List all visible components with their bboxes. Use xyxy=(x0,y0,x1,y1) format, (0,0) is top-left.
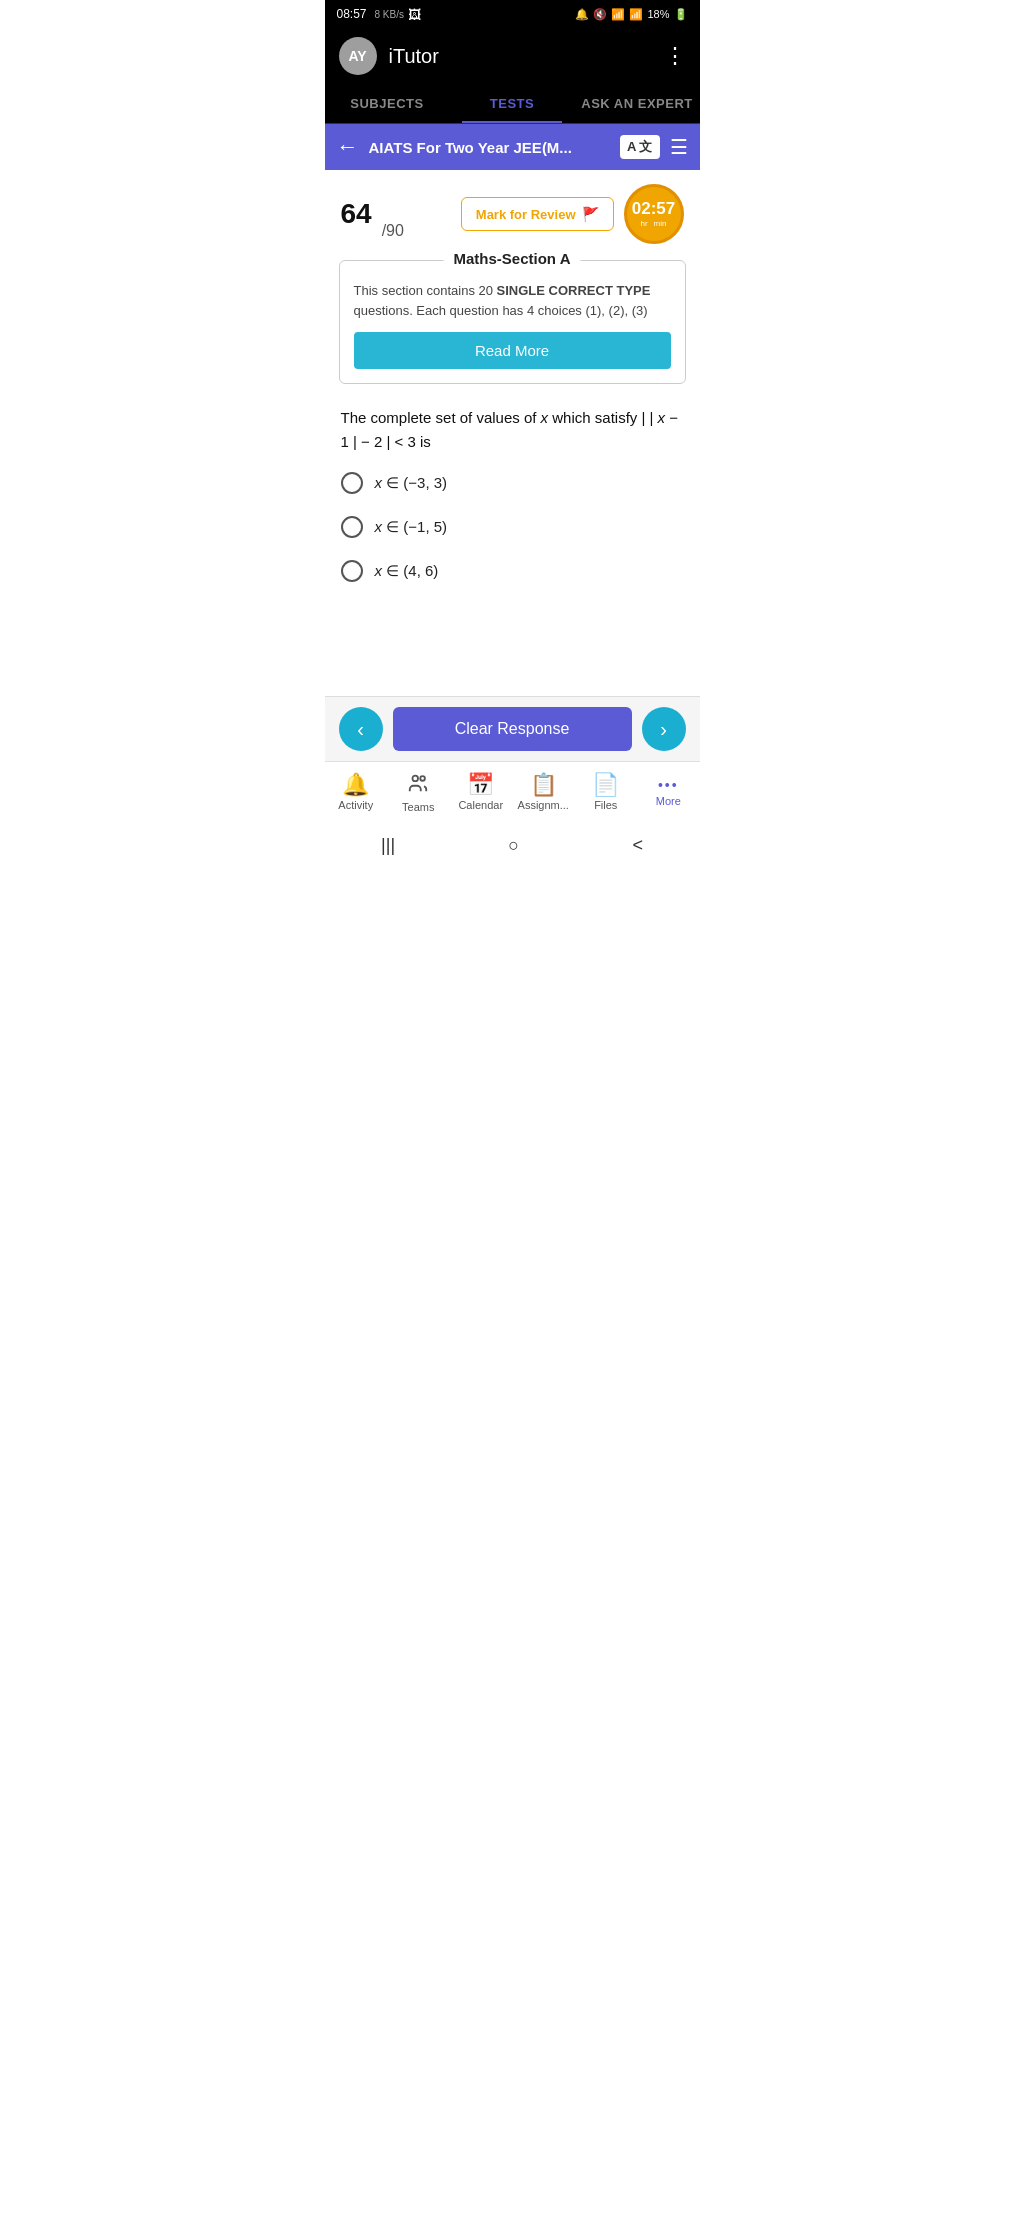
option-b[interactable]: x ∈ (−1, 5) xyxy=(341,516,684,538)
photo-icon: 🖼 xyxy=(408,7,421,22)
next-icon: › xyxy=(660,718,667,741)
more-icon: ••• xyxy=(658,778,679,792)
tab-subjects[interactable]: SUBJECTS xyxy=(325,84,450,123)
svg-point-1 xyxy=(421,776,426,781)
assignments-icon: 📋 xyxy=(530,774,557,796)
home-button[interactable]: ○ xyxy=(508,835,519,856)
calendar-icon: 📅 xyxy=(467,774,494,796)
nav-more[interactable]: ••• More xyxy=(637,762,700,823)
flag-icon: 🚩 xyxy=(582,206,599,222)
teams-label: Teams xyxy=(402,801,434,813)
section-title-wrap: Maths-Section A xyxy=(444,250,581,268)
question-total: /90 xyxy=(382,222,404,240)
kb-label: 8 KB/s xyxy=(375,9,404,20)
prev-icon: ‹ xyxy=(357,718,364,741)
activity-label: Activity xyxy=(338,799,373,811)
mark-review-button[interactable]: Mark for Review 🚩 xyxy=(461,197,614,231)
tab-tests[interactable]: TESTS xyxy=(450,84,575,123)
battery-icon: 🔋 xyxy=(674,8,688,21)
min-label: min xyxy=(654,219,667,228)
options-list: x ∈ (−3, 3) x ∈ (−1, 5) x ∈ (4, 6) xyxy=(341,472,684,582)
tabs-bar: SUBJECTS TESTS ASK AN EXPERT xyxy=(325,84,700,124)
teams-icon xyxy=(407,772,429,798)
system-nav: ||| ○ < xyxy=(325,823,700,865)
nav-teams[interactable]: Teams xyxy=(387,762,450,823)
timer-circle: 02:57 hr min xyxy=(624,184,684,244)
signal-icon: 📶 xyxy=(629,8,643,21)
files-icon: 📄 xyxy=(592,774,619,796)
hamburger-menu[interactable]: ☰ xyxy=(670,135,688,159)
avatar: AY xyxy=(339,37,377,75)
bottom-nav: 🔔 Activity Teams 📅 Calendar 📋 Assignm...… xyxy=(325,761,700,823)
nav-files[interactable]: 📄 Files xyxy=(575,762,638,823)
prev-button[interactable]: ‹ xyxy=(339,707,383,751)
question-row: 64 /90 Mark for Review 🚩 02:57 hr min xyxy=(325,170,700,254)
nav-assignments[interactable]: 📋 Assignm... xyxy=(512,762,575,823)
status-right: 🔔 🔇 📶 📶 18% 🔋 xyxy=(575,8,687,21)
tab-ask-expert[interactable]: ASK AN EXPERT xyxy=(575,84,700,123)
app-bar: AY iTutor ⋮ xyxy=(325,28,700,84)
status-left: 08:57 8 KB/s 🖼 xyxy=(337,7,422,22)
radio-a[interactable] xyxy=(341,472,363,494)
radio-c[interactable] xyxy=(341,560,363,582)
more-vert-button[interactable]: ⋮ xyxy=(664,43,686,69)
clear-response-button[interactable]: Clear Response xyxy=(393,707,632,751)
language-toggle[interactable]: A 文 xyxy=(620,135,660,159)
activity-icon: 🔔 xyxy=(342,774,369,796)
question-number: 64 xyxy=(341,198,372,230)
svg-point-0 xyxy=(413,776,419,782)
time-label: 08:57 xyxy=(337,7,367,21)
assignments-label: Assignm... xyxy=(518,799,569,811)
section-description: This section contains 20 SINGLE CORRECT … xyxy=(354,281,671,320)
status-bar: 08:57 8 KB/s 🖼 🔔 🔇 📶 📶 18% 🔋 xyxy=(325,0,700,28)
timer-time: 02:57 xyxy=(632,200,675,219)
nav-calendar[interactable]: 📅 Calendar xyxy=(450,762,513,823)
mute-icon: 🔇 xyxy=(593,8,607,21)
navigation-bar: ‹ Clear Response › xyxy=(325,696,700,761)
radio-b[interactable] xyxy=(341,516,363,538)
app-title: iTutor xyxy=(389,45,652,68)
read-more-button[interactable]: Read More xyxy=(354,332,671,369)
timer-labels: hr min xyxy=(640,219,666,228)
back-sys-button[interactable]: < xyxy=(632,835,643,856)
section-box: Maths-Section A This section contains 20… xyxy=(339,260,686,384)
exam-title: AIATS For Two Year JEE(M... xyxy=(369,139,610,156)
section-title: Maths-Section A xyxy=(454,250,571,267)
nav-activity[interactable]: 🔔 Activity xyxy=(325,762,388,823)
exam-header: ← AIATS For Two Year JEE(M... A 文 ☰ xyxy=(325,124,700,170)
back-button[interactable]: ← xyxy=(337,134,359,160)
more-label: More xyxy=(656,795,681,807)
alarm-icon: 🔔 xyxy=(575,8,589,21)
option-c-text: x ∈ (4, 6) xyxy=(375,562,439,580)
option-a-text: x ∈ (−3, 3) xyxy=(375,474,448,492)
wifi-icon: 📶 xyxy=(611,8,625,21)
option-a[interactable]: x ∈ (−3, 3) xyxy=(341,472,684,494)
question-area: The complete set of values of x which sa… xyxy=(325,396,700,596)
option-c[interactable]: x ∈ (4, 6) xyxy=(341,560,684,582)
next-button[interactable]: › xyxy=(642,707,686,751)
files-label: Files xyxy=(594,799,617,811)
option-b-text: x ∈ (−1, 5) xyxy=(375,518,448,536)
recent-apps-button[interactable]: ||| xyxy=(381,835,395,856)
mark-review-label: Mark for Review xyxy=(476,207,576,222)
question-text: The complete set of values of x which sa… xyxy=(341,406,684,454)
calendar-label: Calendar xyxy=(458,799,503,811)
battery-label: 18% xyxy=(647,8,669,20)
hr-label: hr xyxy=(640,219,647,228)
